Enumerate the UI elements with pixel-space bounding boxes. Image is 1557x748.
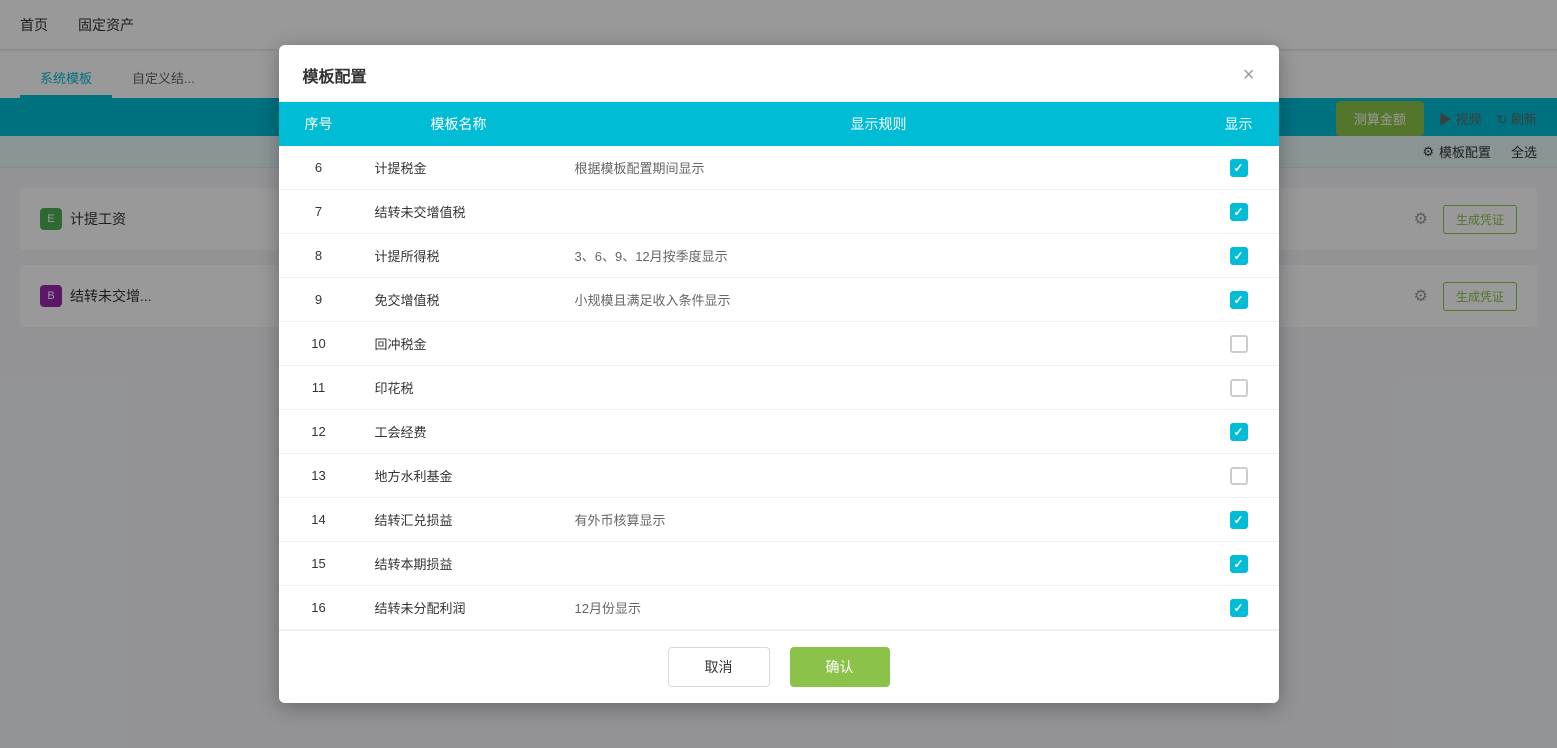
cell-no-3: 9 (279, 278, 359, 322)
dialog-header: 模板配置 × (279, 45, 1279, 102)
cell-check-10 (1199, 586, 1279, 630)
table-row: 15结转本期损益 (279, 542, 1279, 586)
table-row: 9免交增值税小规模且满足收入条件显示 (279, 278, 1279, 322)
cell-no-6: 12 (279, 410, 359, 454)
checkbox-4[interactable] (1230, 335, 1248, 353)
cell-no-9: 15 (279, 542, 359, 586)
config-table: 序号 模板名称 显示规则 显示 6计提税金根据模板配置期间显示7结转未交增值税8… (279, 102, 1279, 630)
cell-check-9 (1199, 542, 1279, 586)
table-row: 7结转未交增值税 (279, 190, 1279, 234)
cell-rule-1 (559, 190, 1199, 234)
cell-check-6 (1199, 410, 1279, 454)
cell-name-6: 工会经费 (359, 410, 559, 454)
cell-no-8: 14 (279, 498, 359, 542)
checkbox-0[interactable] (1230, 159, 1248, 177)
dialog-title: 模板配置 (303, 63, 367, 87)
cell-rule-6 (559, 410, 1199, 454)
dialog-footer: 取消 确认 (279, 630, 1279, 703)
cell-check-0 (1199, 146, 1279, 190)
table-row: 13地方水利基金 (279, 454, 1279, 498)
cell-check-1 (1199, 190, 1279, 234)
cell-name-7: 地方水利基金 (359, 454, 559, 498)
cell-name-2: 计提所得税 (359, 234, 559, 278)
table-row: 11印花税 (279, 366, 1279, 410)
table-body: 6计提税金根据模板配置期间显示7结转未交增值税8计提所得税3、6、9、12月按季… (279, 146, 1279, 630)
cell-rule-7 (559, 454, 1199, 498)
confirm-button[interactable]: 确认 (790, 647, 890, 687)
col-header-no: 序号 (279, 102, 359, 146)
checkbox-9[interactable] (1230, 555, 1248, 573)
cell-name-3: 免交增值税 (359, 278, 559, 322)
checkbox-5[interactable] (1230, 379, 1248, 397)
cell-rule-8: 有外币核算显示 (559, 498, 1199, 542)
checkbox-2[interactable] (1230, 247, 1248, 265)
table-row: 10回冲税金 (279, 322, 1279, 366)
cell-name-10: 结转未分配利润 (359, 586, 559, 630)
cell-check-7 (1199, 454, 1279, 498)
table-wrapper: 序号 模板名称 显示规则 显示 6计提税金根据模板配置期间显示7结转未交增值税8… (279, 102, 1279, 630)
cell-name-4: 回冲税金 (359, 322, 559, 366)
cell-no-0: 6 (279, 146, 359, 190)
cell-rule-2: 3、6、9、12月按季度显示 (559, 234, 1199, 278)
cell-check-4 (1199, 322, 1279, 366)
cell-no-10: 16 (279, 586, 359, 630)
cell-rule-4 (559, 322, 1199, 366)
checkbox-10[interactable] (1230, 599, 1248, 617)
cell-check-5 (1199, 366, 1279, 410)
cell-no-4: 10 (279, 322, 359, 366)
cell-name-5: 印花税 (359, 366, 559, 410)
col-header-rule: 显示规则 (559, 102, 1199, 146)
template-config-dialog: 模板配置 × 序号 模板名称 显示规则 显示 6计提税金根据模板配置期间显示7结… (279, 45, 1279, 703)
checkbox-8[interactable] (1230, 511, 1248, 529)
cell-check-3 (1199, 278, 1279, 322)
cell-rule-3: 小规模且满足收入条件显示 (559, 278, 1199, 322)
cell-name-0: 计提税金 (359, 146, 559, 190)
table-header: 序号 模板名称 显示规则 显示 (279, 102, 1279, 146)
cell-rule-0: 根据模板配置期间显示 (559, 146, 1199, 190)
cell-rule-10: 12月份显示 (559, 586, 1199, 630)
cell-check-2 (1199, 234, 1279, 278)
checkbox-1[interactable] (1230, 203, 1248, 221)
cell-name-8: 结转汇兑损益 (359, 498, 559, 542)
cell-no-1: 7 (279, 190, 359, 234)
table-row: 6计提税金根据模板配置期间显示 (279, 146, 1279, 190)
col-header-display: 显示 (1199, 102, 1279, 146)
table-row: 12工会经费 (279, 410, 1279, 454)
checkbox-6[interactable] (1230, 423, 1248, 441)
table-row: 8计提所得税3、6、9、12月按季度显示 (279, 234, 1279, 278)
table-row: 16结转未分配利润12月份显示 (279, 586, 1279, 630)
cell-check-8 (1199, 498, 1279, 542)
cell-no-7: 13 (279, 454, 359, 498)
cell-rule-9 (559, 542, 1199, 586)
cancel-button[interactable]: 取消 (668, 647, 770, 687)
cell-rule-5 (559, 366, 1199, 410)
cell-name-1: 结转未交增值税 (359, 190, 559, 234)
cell-no-2: 8 (279, 234, 359, 278)
close-icon[interactable]: × (1243, 65, 1255, 85)
checkbox-3[interactable] (1230, 291, 1248, 309)
col-header-name: 模板名称 (359, 102, 559, 146)
table-row: 14结转汇兑损益有外币核算显示 (279, 498, 1279, 542)
cell-no-5: 11 (279, 366, 359, 410)
checkbox-7[interactable] (1230, 467, 1248, 485)
cell-name-9: 结转本期损益 (359, 542, 559, 586)
